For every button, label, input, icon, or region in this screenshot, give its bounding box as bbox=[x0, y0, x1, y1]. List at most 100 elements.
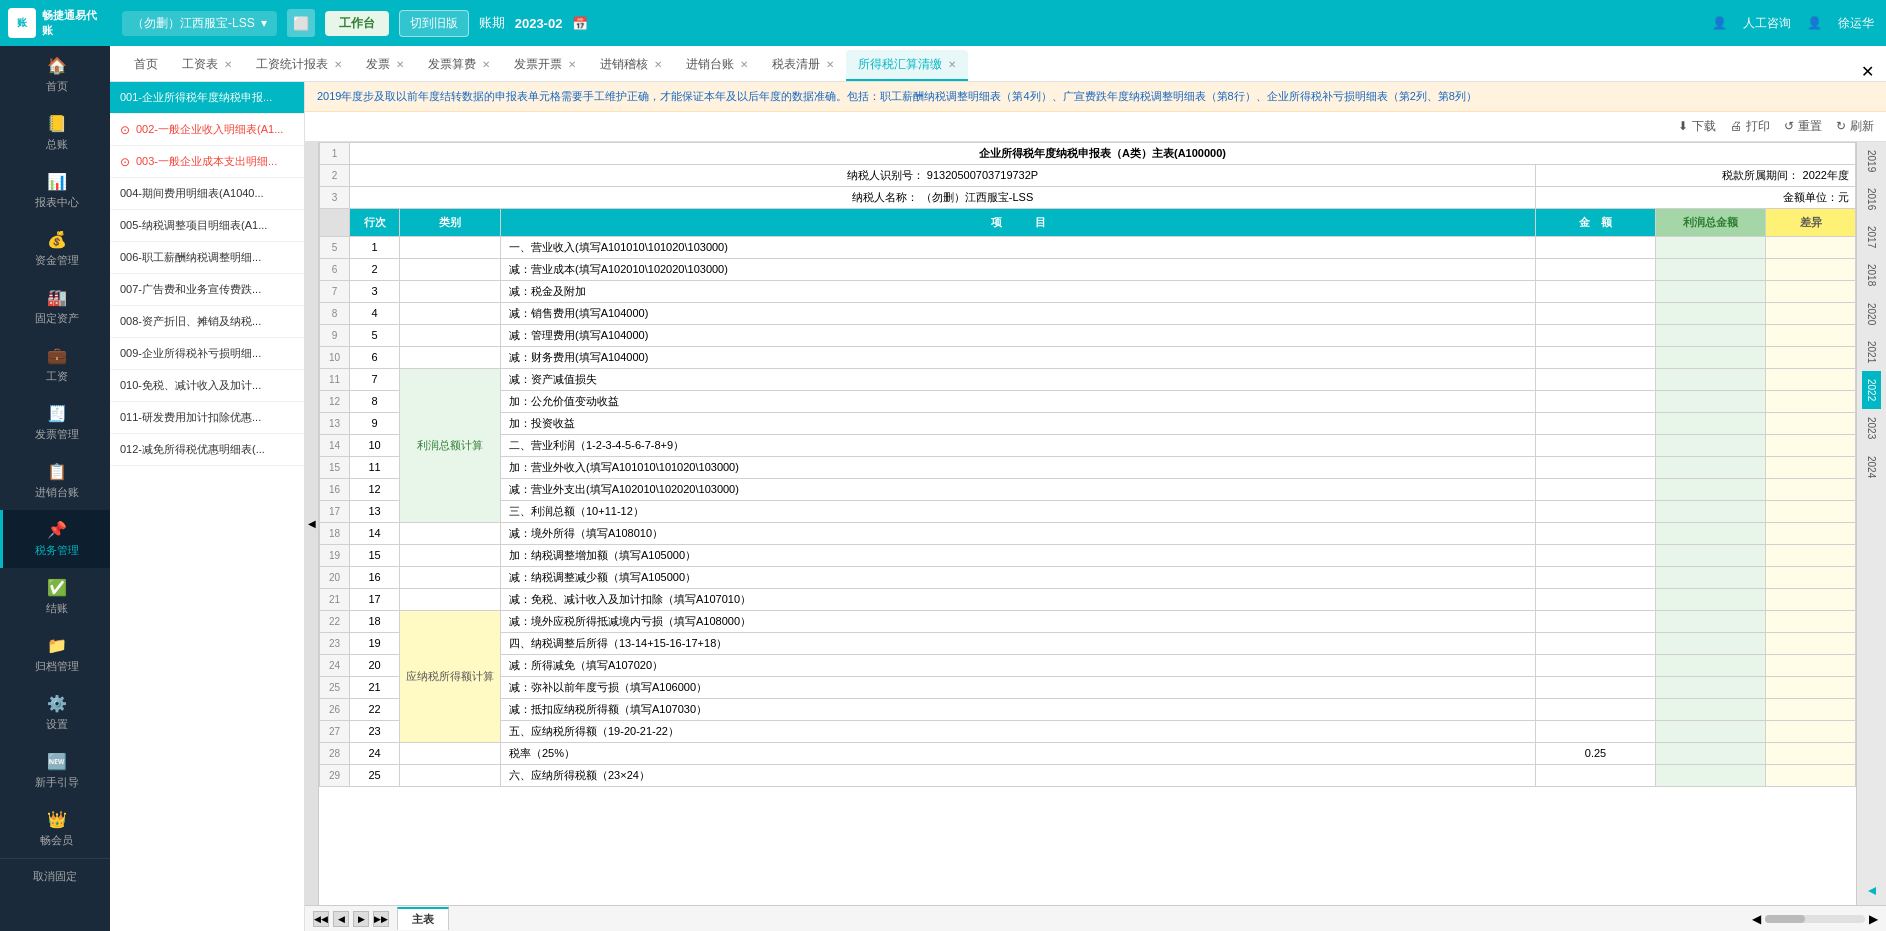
year-item-2021[interactable]: 2021 bbox=[1862, 333, 1881, 371]
reset-label: 重置 bbox=[1798, 118, 1822, 135]
close-icon[interactable]: ✕ bbox=[826, 59, 834, 70]
left-panel-item-005[interactable]: 005-纳税调整项目明细表(A1... bbox=[110, 210, 304, 242]
year-item-2017[interactable]: 2017 bbox=[1862, 218, 1881, 256]
tab-sales-ledger[interactable]: 进销台账 ✕ bbox=[674, 50, 760, 81]
company-selector[interactable]: （勿删）江西服宝-LSS ▾ bbox=[122, 11, 277, 36]
print-button[interactable]: 🖨 打印 bbox=[1730, 118, 1770, 135]
sidebar-item-close[interactable]: ✅ 结账 bbox=[0, 568, 110, 626]
sidebar-item-guide[interactable]: 🆕 新手引导 bbox=[0, 742, 110, 800]
tab-invoice[interactable]: 发票 ✕ bbox=[354, 50, 416, 81]
reset-button[interactable]: ↺ 重置 bbox=[1784, 118, 1822, 135]
calendar-icon[interactable]: 📅 bbox=[572, 16, 588, 31]
table-title-cell: 企业所得税年度纳税申报表（A类）主表(A100000) bbox=[350, 142, 1856, 164]
tab-invoice-open[interactable]: 发票开票 ✕ bbox=[502, 50, 588, 81]
refresh-icon: ↻ bbox=[1836, 119, 1846, 133]
sidebar-item-archive[interactable]: 📁 归档管理 bbox=[0, 626, 110, 684]
sidebar-item-reports[interactable]: 📊 报表中心 bbox=[0, 162, 110, 220]
sidebar-item-tax[interactable]: 📌 税务管理 bbox=[0, 510, 110, 568]
main-content: 2019年度步及取以前年度结转数据的申报表单元格需要手工维护正确，才能保证本年及… bbox=[305, 82, 1886, 931]
year-item-2023[interactable]: 2023 bbox=[1862, 409, 1881, 447]
close-icon[interactable]: ✕ bbox=[948, 59, 956, 70]
year-item-2016[interactable]: 2016 bbox=[1862, 180, 1881, 218]
year-item-2024[interactable]: 2024 bbox=[1862, 448, 1881, 486]
left-panel-item-012[interactable]: 012-减免所得税优惠明细表(... bbox=[110, 434, 304, 466]
workbench-button[interactable]: 工作台 bbox=[325, 11, 389, 36]
scroll-bar[interactable] bbox=[1765, 915, 1865, 923]
left-panel-item-004[interactable]: 004-期间费用明细表(A1040... bbox=[110, 178, 304, 210]
header-col-a: 行次 bbox=[350, 208, 400, 236]
left-panel-item-008[interactable]: 008-资产折旧、摊销及纳税... bbox=[110, 306, 304, 338]
collapse-panel-button[interactable]: ◀ bbox=[305, 142, 319, 906]
left-panel-item-009[interactable]: 009-企业所得税补亏损明细... bbox=[110, 338, 304, 370]
close-window-icon[interactable]: ✕ bbox=[1861, 62, 1874, 81]
company-name-cell: 纳税人名称： （勿删）江西服宝-LSS bbox=[350, 186, 1536, 208]
bottom-tab-main[interactable]: 主表 bbox=[397, 907, 449, 930]
arrow-right-right[interactable]: ▶▶ bbox=[373, 911, 389, 927]
close-icon[interactable]: ✕ bbox=[396, 59, 404, 70]
tab-salary[interactable]: 工资表 ✕ bbox=[170, 50, 244, 81]
sidebar-item-home[interactable]: 🏠 首页 bbox=[0, 46, 110, 104]
scroll-icon-right[interactable]: ▶ bbox=[1869, 912, 1878, 926]
sheet-main[interactable]: 1 企业所得税年度纳税申报表（A类）主表(A100000) 2 纳税人识别号： bbox=[319, 142, 1856, 906]
item-label: 009-企业所得税补亏损明细... bbox=[120, 346, 261, 361]
tax-id-value: 91320500703719732P bbox=[927, 169, 1038, 181]
diff-col[interactable] bbox=[1766, 236, 1856, 258]
sidebar-item-finance[interactable]: 💰 资金管理 bbox=[0, 220, 110, 278]
sidebar-item-assets[interactable]: 🏭 固定资产 bbox=[0, 278, 110, 336]
company-label: （勿删）江西服宝-LSS bbox=[132, 15, 255, 32]
table-row: 11 7 利润总额计算 减：资产减值损失 bbox=[320, 368, 1856, 390]
left-panel-item-002[interactable]: ⊙ 002-一般企业收入明细表(A1... bbox=[110, 114, 304, 146]
item-label: 001-企业所得税年度纳税申报... bbox=[120, 90, 272, 105]
left-panel-item-001[interactable]: 001-企业所得税年度纳税申报... bbox=[110, 82, 304, 114]
sidebar-item-invoice[interactable]: 🧾 发票管理 bbox=[0, 394, 110, 452]
tab-salary-report[interactable]: 工资统计报表 ✕ bbox=[244, 50, 354, 81]
year-item-2022[interactable]: 2022 bbox=[1862, 371, 1881, 409]
arrow-right[interactable]: ▶ bbox=[353, 911, 369, 927]
download-button[interactable]: ⬇ 下载 bbox=[1678, 118, 1716, 135]
close-icon[interactable]: ✕ bbox=[482, 59, 490, 70]
left-panel-item-003[interactable]: ⊙ 003-一般企业成本支出明细... bbox=[110, 146, 304, 178]
close-icon[interactable]: ✕ bbox=[334, 59, 342, 70]
arrow-left-left[interactable]: ◀◀ bbox=[313, 911, 329, 927]
tab-tax-annual[interactable]: 所得税汇算清缴 ✕ bbox=[846, 50, 968, 81]
close-icon[interactable]: ✕ bbox=[654, 59, 662, 70]
user-service-icon: 👤 bbox=[1712, 16, 1727, 30]
table-row: 26 22 减：抵扣应纳税所得额（填写A107030） bbox=[320, 698, 1856, 720]
sidebar-item-salary[interactable]: 💼 工资 bbox=[0, 336, 110, 394]
profit-col[interactable] bbox=[1656, 236, 1766, 258]
switch-old-button[interactable]: 切到旧版 bbox=[399, 10, 469, 37]
tab-home[interactable]: 首页 bbox=[122, 50, 170, 81]
app-name: 畅捷通易代账 bbox=[42, 8, 103, 38]
arrow-left[interactable]: ◀ bbox=[333, 911, 349, 927]
tab-tax-table[interactable]: 税表清册 ✕ bbox=[760, 50, 846, 81]
left-panel-item-010[interactable]: 010-免税、减计收入及加计... bbox=[110, 370, 304, 402]
sidebar-collapse-button[interactable]: 取消固定 bbox=[0, 858, 110, 894]
main-area: （勿删）江西服宝-LSS ▾ ⬜ 工作台 切到旧版 账期 2023-02 📅 👤… bbox=[110, 0, 1886, 931]
amount-col[interactable] bbox=[1536, 236, 1656, 258]
tax-icon: 📌 bbox=[47, 520, 67, 539]
user-avatar-icon: 👤 bbox=[1807, 16, 1822, 30]
sidebar-item-member[interactable]: 👑 畅会员 bbox=[0, 800, 110, 858]
year-item-2020[interactable]: 2020 bbox=[1862, 295, 1881, 333]
close-icon[interactable]: ✕ bbox=[568, 59, 576, 70]
close-icon[interactable]: ✕ bbox=[224, 59, 232, 70]
sidebar-item-sales[interactable]: 📋 进销台账 bbox=[0, 452, 110, 510]
sidebar-item-ledger[interactable]: 📒 总账 bbox=[0, 104, 110, 162]
year-item-2019[interactable]: 2019 bbox=[1862, 142, 1881, 180]
year-item-2018[interactable]: 2018 bbox=[1862, 256, 1881, 294]
sidebar-item-settings[interactable]: ⚙️ 设置 bbox=[0, 684, 110, 742]
table-row: 7 3 减：税金及附加 bbox=[320, 280, 1856, 302]
tab-invoice-fee[interactable]: 发票算费 ✕ bbox=[416, 50, 502, 81]
user-service-label[interactable]: 人工咨询 bbox=[1743, 15, 1791, 32]
close-icon[interactable]: ✕ bbox=[740, 59, 748, 70]
table-row: 19 15 加：纳税调整增加额（填写A105000） bbox=[320, 544, 1856, 566]
refresh-button[interactable]: ↻ 刷新 bbox=[1836, 118, 1874, 135]
expand-icon[interactable] bbox=[1860, 879, 1884, 905]
sidebar-item-label: 结账 bbox=[46, 601, 68, 616]
copy-icon[interactable]: ⬜ bbox=[287, 9, 315, 37]
tab-sales-check[interactable]: 进销稽核 ✕ bbox=[588, 50, 674, 81]
left-panel-item-007[interactable]: 007-广告费和业务宣传费跌... bbox=[110, 274, 304, 306]
left-panel-item-011[interactable]: 011-研发费用加计扣除优惠... bbox=[110, 402, 304, 434]
scroll-icon-left[interactable]: ◀ bbox=[1752, 912, 1761, 926]
left-panel-item-006[interactable]: 006-职工薪酬纳税调整明细... bbox=[110, 242, 304, 274]
